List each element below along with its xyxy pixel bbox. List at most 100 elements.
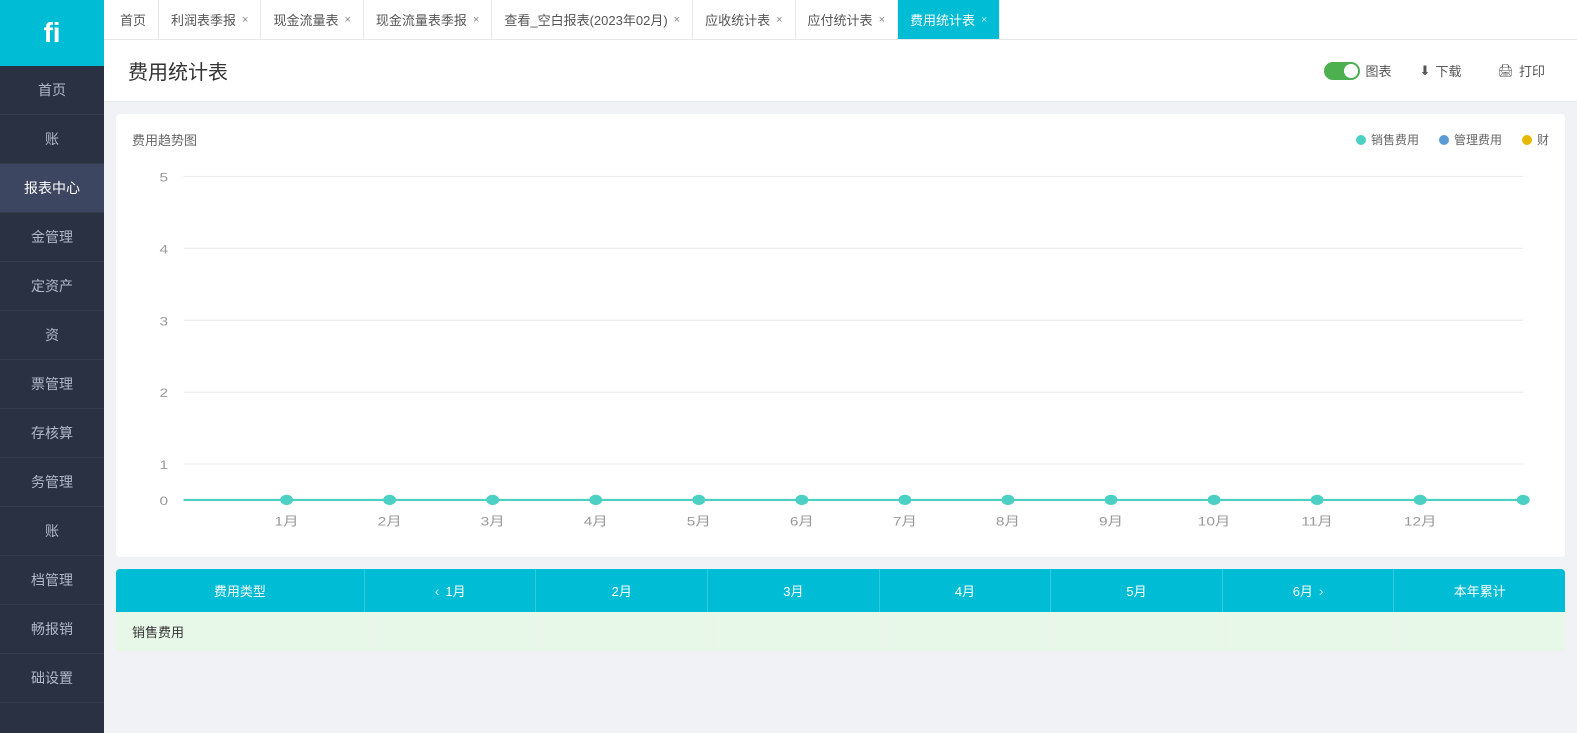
svg-text:11月: 11月 bbox=[1301, 514, 1332, 528]
chart-section: 费用趋势图 销售费用 管理费用 财 bbox=[116, 114, 1565, 557]
td-m5 bbox=[1054, 612, 1225, 651]
td-m4 bbox=[883, 612, 1054, 651]
tab-payable[interactable]: 应付统计表 × bbox=[796, 0, 898, 40]
chart-toggle-wrap[interactable]: 图表 bbox=[1324, 61, 1392, 80]
legend-sales: 销售费用 bbox=[1356, 131, 1419, 148]
tab-home[interactable]: 首页 bbox=[108, 0, 159, 40]
chart-title: 费用趋势图 bbox=[132, 130, 197, 149]
svg-text:6月: 6月 bbox=[790, 514, 814, 528]
sidebar-item-invoice[interactable]: 票管理 bbox=[0, 360, 104, 409]
close-tab-receivable[interactable]: × bbox=[776, 14, 782, 26]
svg-text:9月: 9月 bbox=[1099, 514, 1123, 528]
th-m1: 1月 bbox=[445, 581, 465, 600]
close-tab-blank[interactable]: × bbox=[674, 14, 680, 26]
sidebar-item-assets[interactable]: 定资产 bbox=[0, 262, 104, 311]
svg-text:1: 1 bbox=[159, 458, 168, 472]
tab-bar: 首页 利润表季报 × 现金流量表 × 现金流量表季报 × 查看_空白报表(202… bbox=[104, 0, 1577, 40]
sidebar-item-capital[interactable]: 资 bbox=[0, 311, 104, 360]
close-tab-profit[interactable]: × bbox=[242, 14, 248, 26]
tab-profit[interactable]: 利润表季报 × bbox=[159, 0, 261, 40]
tab-expense-stats[interactable]: 费用统计表 × bbox=[898, 0, 1000, 40]
table-row: 销售费用 bbox=[116, 612, 1565, 652]
close-tab-payable[interactable]: × bbox=[879, 14, 885, 26]
main-area: 首页 利润表季报 × 现金流量表 × 现金流量表季报 × 查看_空白报表(202… bbox=[104, 0, 1577, 733]
chart-svg: 5 4 3 2 1 0 bbox=[132, 161, 1549, 541]
legend-finance: 财 bbox=[1522, 131, 1549, 148]
svg-text:4月: 4月 bbox=[584, 514, 608, 528]
legend-dot-admin bbox=[1439, 135, 1449, 145]
chart-container: 5 4 3 2 1 0 bbox=[132, 161, 1549, 541]
table-header-row: 费用类型 ‹ 1月 2月 3月 4月 5月 6月 › 本年累计 bbox=[116, 569, 1565, 612]
data-table: 费用类型 ‹ 1月 2月 3月 4月 5月 6月 › 本年累计 销售费用 bbox=[116, 569, 1565, 652]
th-prev-arrow[interactable]: ‹ 1月 bbox=[365, 569, 537, 612]
table-body: 销售费用 bbox=[116, 612, 1565, 652]
svg-text:3月: 3月 bbox=[481, 514, 505, 528]
download-icon: ⬇ bbox=[1420, 63, 1431, 79]
svg-text:4: 4 bbox=[159, 242, 168, 256]
svg-text:2: 2 bbox=[159, 386, 168, 400]
page-header: 费用统计表 图表 ⬇ 下载 🖨 打印 bbox=[104, 40, 1577, 102]
sidebar-item-home[interactable]: 首页 bbox=[0, 66, 104, 115]
print-label: 打印 bbox=[1519, 61, 1545, 80]
th-m6: 6月 › bbox=[1223, 569, 1395, 612]
chart-legend: 销售费用 管理费用 财 bbox=[1356, 131, 1549, 148]
legend-label-sales: 销售费用 bbox=[1371, 131, 1419, 148]
page-title: 费用统计表 bbox=[128, 56, 228, 85]
th-m2: 2月 bbox=[536, 569, 708, 612]
sidebar: fi 首页 账 报表中心 金管理 定资产 资 票管理 存核算 务管理 账 档管理… bbox=[0, 0, 104, 733]
svg-text:7月: 7月 bbox=[893, 514, 917, 528]
legend-admin: 管理费用 bbox=[1439, 131, 1502, 148]
tab-cashflow[interactable]: 现金流量表 × bbox=[261, 0, 363, 40]
td-m2 bbox=[542, 612, 713, 651]
close-tab-expense-stats[interactable]: × bbox=[981, 14, 987, 26]
th-yearly: 本年累计 bbox=[1394, 569, 1565, 612]
toggle-label: 图表 bbox=[1366, 61, 1392, 80]
sidebar-item-settings[interactable]: 础设置 bbox=[0, 654, 104, 703]
download-button[interactable]: ⬇ 下载 bbox=[1412, 57, 1470, 84]
tab-blank-report[interactable]: 查看_空白报表(2023年02月) × bbox=[492, 0, 693, 40]
legend-label-admin: 管理费用 bbox=[1454, 131, 1502, 148]
th-m3: 3月 bbox=[708, 569, 880, 612]
svg-text:5: 5 bbox=[159, 170, 168, 184]
chart-header: 费用趋势图 销售费用 管理费用 财 bbox=[132, 130, 1549, 149]
download-label: 下载 bbox=[1435, 61, 1461, 80]
sidebar-item-expense[interactable]: 畅报销 bbox=[0, 605, 104, 654]
svg-text:3: 3 bbox=[159, 314, 168, 328]
sidebar-item-account[interactable]: 账 bbox=[0, 115, 104, 164]
th-m4: 4月 bbox=[880, 569, 1052, 612]
next-month-arrow[interactable]: › bbox=[1319, 583, 1324, 599]
svg-text:8月: 8月 bbox=[996, 514, 1020, 528]
sidebar-item-reports[interactable]: 报表中心 bbox=[0, 164, 104, 213]
td-yearly bbox=[1395, 612, 1565, 651]
print-button[interactable]: 🖨 打印 bbox=[1489, 57, 1553, 84]
th-m6-label: 6月 bbox=[1293, 581, 1313, 600]
sidebar-item-finance[interactable]: 金管理 bbox=[0, 213, 104, 262]
svg-text:1月: 1月 bbox=[275, 514, 299, 528]
tab-receivable[interactable]: 应收统计表 × bbox=[693, 0, 795, 40]
td-m3 bbox=[713, 612, 884, 651]
th-type: 费用类型 bbox=[116, 569, 365, 612]
sidebar-logo: fi bbox=[0, 0, 104, 66]
close-tab-cashflow[interactable]: × bbox=[344, 14, 350, 26]
sidebar-item-service[interactable]: 务管理 bbox=[0, 458, 104, 507]
legend-dot-finance bbox=[1522, 135, 1532, 145]
svg-text:5月: 5月 bbox=[687, 514, 711, 528]
content-area: 费用统计表 图表 ⬇ 下载 🖨 打印 费用趋势图 bbox=[104, 40, 1577, 733]
header-actions: 图表 ⬇ 下载 🖨 打印 bbox=[1324, 57, 1553, 84]
legend-label-finance: 财 bbox=[1537, 131, 1549, 148]
svg-text:10月: 10月 bbox=[1198, 514, 1231, 528]
print-icon: 🖨 bbox=[1497, 63, 1514, 79]
td-type: 销售费用 bbox=[116, 612, 371, 651]
close-tab-cashflow-quarterly[interactable]: × bbox=[473, 14, 479, 26]
prev-month-arrow[interactable]: ‹ bbox=[435, 583, 440, 599]
legend-dot-sales bbox=[1356, 135, 1366, 145]
tab-cashflow-quarterly[interactable]: 现金流量表季报 × bbox=[364, 0, 492, 40]
th-m5: 5月 bbox=[1051, 569, 1223, 612]
chart-toggle[interactable] bbox=[1324, 62, 1360, 80]
svg-text:12月: 12月 bbox=[1404, 514, 1437, 528]
sidebar-item-inventory[interactable]: 存核算 bbox=[0, 409, 104, 458]
svg-text:0: 0 bbox=[159, 494, 168, 508]
svg-text:2月: 2月 bbox=[378, 514, 402, 528]
sidebar-item-ledger[interactable]: 账 bbox=[0, 507, 104, 556]
sidebar-item-archive[interactable]: 档管理 bbox=[0, 556, 104, 605]
